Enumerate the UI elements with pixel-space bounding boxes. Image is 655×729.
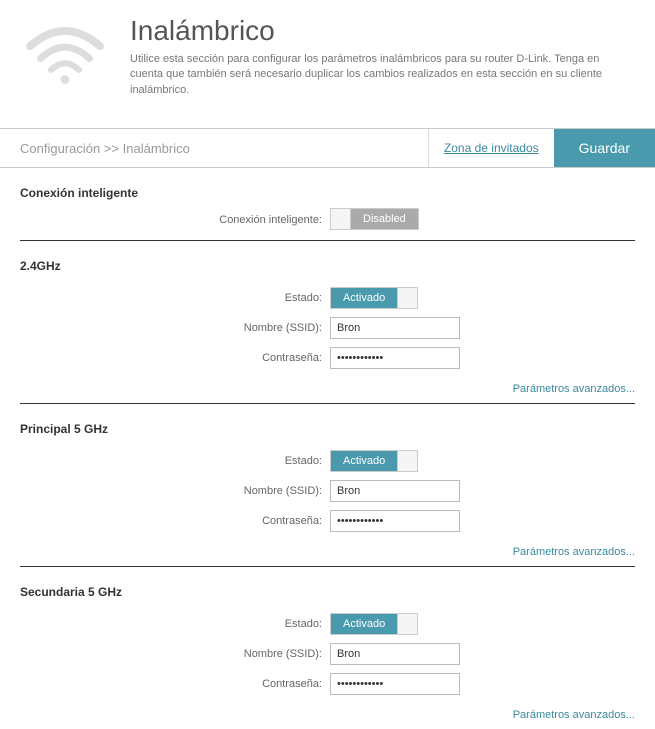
page-header: Inalámbrico Utilice esta sección para co…	[0, 0, 655, 128]
band-24-title: 2.4GHz	[20, 251, 635, 281]
band-5p-state-toggle[interactable]: Activado	[330, 450, 418, 472]
password-label: Contraseña:	[20, 352, 330, 364]
breadcrumb: Configuración >> Inalámbrico	[20, 141, 190, 156]
password-label: Contraseña:	[20, 678, 330, 690]
band-5s-ssid-input[interactable]	[330, 643, 460, 665]
band-24-advanced-link[interactable]: Parámetros avanzados...	[513, 383, 635, 395]
password-label: Contraseña:	[20, 515, 330, 527]
state-label: Estado:	[20, 455, 330, 467]
save-button[interactable]: Guardar	[554, 129, 655, 167]
band-5p-ssid-input[interactable]	[330, 480, 460, 502]
guest-zone-link[interactable]: Zona de invitados	[428, 129, 554, 167]
band-5s-advanced-link[interactable]: Parámetros avanzados...	[513, 709, 635, 721]
band-24-ssid-input[interactable]	[330, 317, 460, 339]
band-5p-advanced-link[interactable]: Parámetros avanzados...	[513, 546, 635, 558]
ssid-label: Nombre (SSID):	[20, 648, 330, 660]
state-label: Estado:	[20, 292, 330, 304]
band-24-state-toggle[interactable]: Activado	[330, 287, 418, 309]
band-5p-password-input[interactable]	[330, 510, 460, 532]
toolbar: Configuración >> Inalámbrico Zona de inv…	[0, 128, 655, 168]
ssid-label: Nombre (SSID):	[20, 322, 330, 334]
band-24-password-input[interactable]	[330, 347, 460, 369]
smart-connect-label: Conexión inteligente:	[20, 214, 330, 226]
band-5s-state-toggle[interactable]: Activado	[330, 613, 418, 635]
wifi-icon	[20, 20, 110, 93]
ssid-label: Nombre (SSID):	[20, 485, 330, 497]
band-5s-password-input[interactable]	[330, 673, 460, 695]
smart-connect-toggle[interactable]: Disabled	[330, 208, 419, 230]
band-5p-title: Principal 5 GHz	[20, 414, 635, 444]
band-5s-title: Secundaria 5 GHz	[20, 577, 635, 607]
page-title: Inalámbrico	[130, 15, 635, 47]
smart-connect-title: Conexión inteligente	[20, 178, 635, 208]
page-description: Utilice esta sección para configurar los…	[130, 52, 635, 98]
